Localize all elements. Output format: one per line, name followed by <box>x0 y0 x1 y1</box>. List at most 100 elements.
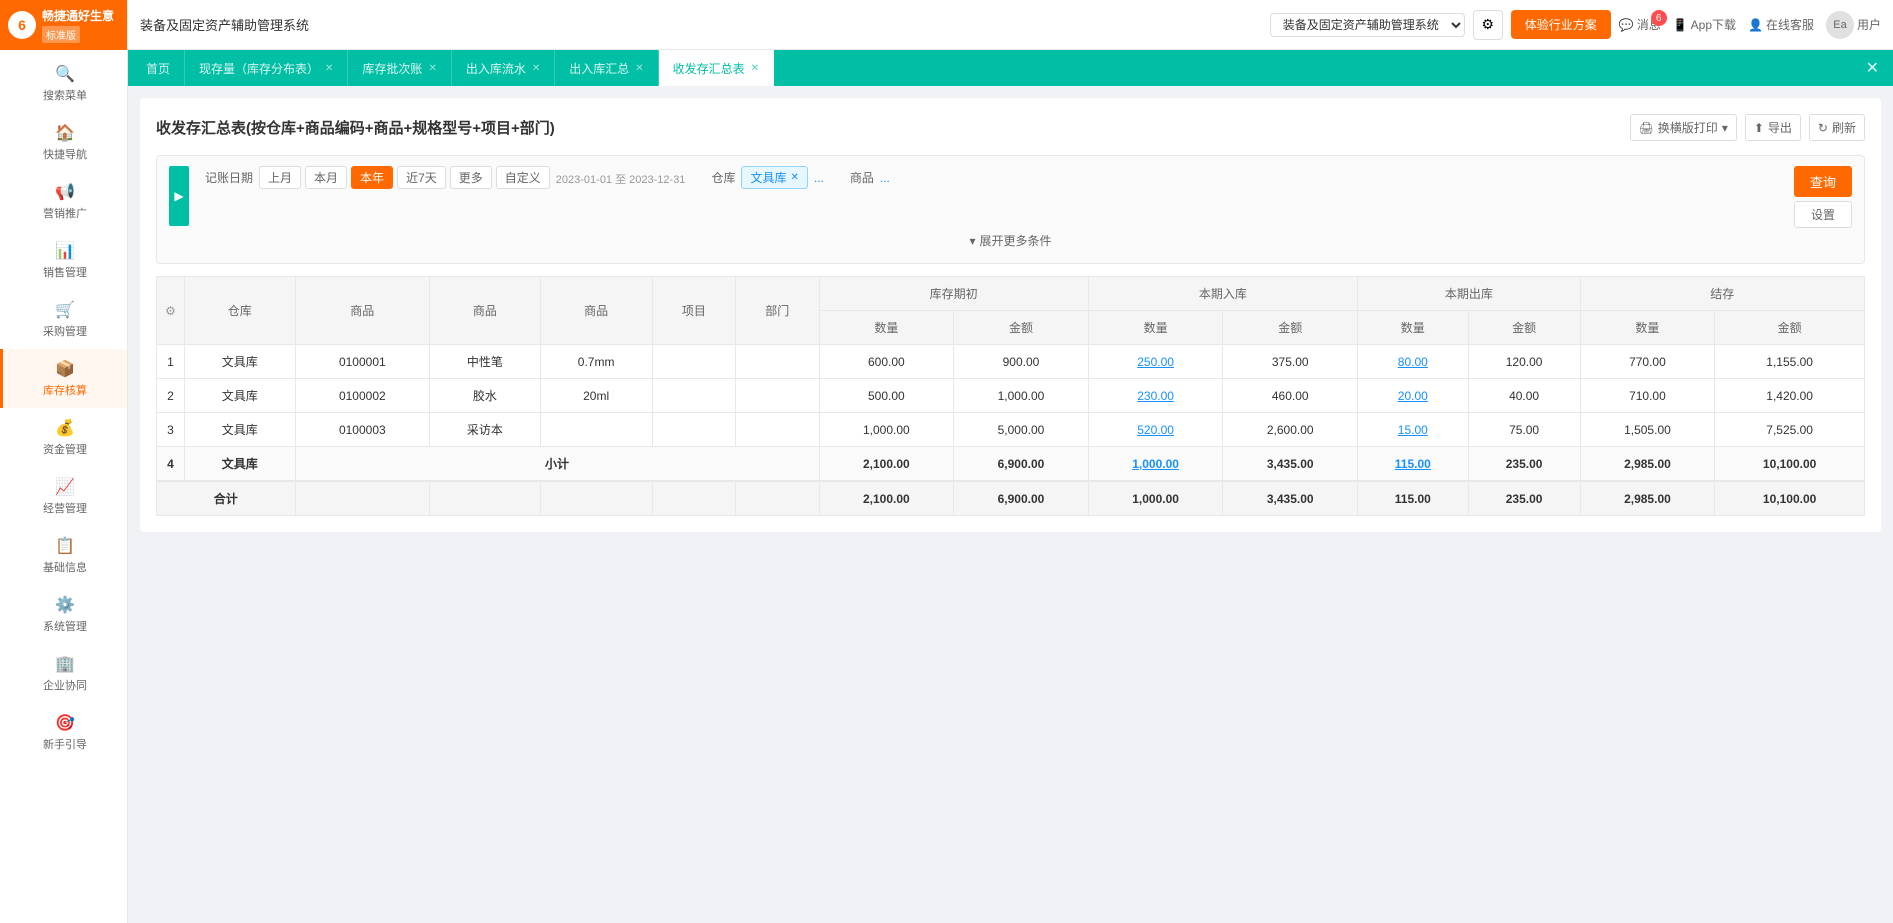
subtotal-bal-amt: 10,100.00 <box>1715 447 1865 482</box>
row-out-qty[interactable]: 20.00 <box>1358 379 1469 413</box>
col-settings[interactable]: ⚙ <box>157 277 185 345</box>
sidebar-item-operation[interactable]: 📈 经营管理 <box>0 467 127 526</box>
avatar: Ea <box>1826 11 1854 39</box>
pill-custom[interactable]: 自定义 <box>496 166 550 189</box>
tab-home[interactable]: 首页 <box>132 50 185 86</box>
tab-recv-send-label: 收发存汇总表 <box>673 60 745 77</box>
sidebar-item-system[interactable]: ⚙️ 系统管理 <box>0 585 127 644</box>
sidebar-label-basic: 基础信息 <box>43 559 87 575</box>
row-out-amt: 40.00 <box>1468 379 1580 413</box>
row-in-amt: 460.00 <box>1223 379 1358 413</box>
row-open-qty: 600.00 <box>819 345 954 379</box>
warehouse-filter-label: 仓库 <box>711 169 735 186</box>
settings-button[interactable]: ⚙ <box>1473 10 1503 40</box>
warehouse-tag-close[interactable]: ✕ <box>790 172 798 183</box>
warehouse-tag-label: 文具库 <box>750 169 786 186</box>
export-icon: ⬆ <box>1754 121 1764 135</box>
col-opening-header: 库存期初 <box>819 277 1088 311</box>
filter-toggle-btn[interactable]: ▶ <box>169 166 189 226</box>
col-goods-name-header: 商品 <box>430 277 541 345</box>
system-selector[interactable]: 装备及固定资产辅助管理系统 <box>1270 13 1465 37</box>
app-download-button[interactable]: 📱 App下载 <box>1673 16 1736 33</box>
app-download-icon: 📱 <box>1673 18 1688 32</box>
tab-recv-send-close[interactable]: ✕ <box>751 63 759 74</box>
row-bal-amt: 7,525.00 <box>1715 413 1865 447</box>
row-out-amt: 120.00 <box>1468 345 1580 379</box>
search-icon: 🔍 <box>55 64 75 84</box>
goods-more[interactable]: ... <box>880 171 890 185</box>
main-card: 收发存汇总表(按仓库+商品编码+商品+规格型号+项目+部门) 🖨 换横版打印 ▾… <box>140 98 1881 532</box>
row-bal-qty: 1,505.00 <box>1580 413 1715 447</box>
total-placeholder-2 <box>430 481 541 516</box>
table-header-group: ⚙ 仓库 商品 商品 商品 项目 部门 库存期初 本期入库 本期出库 结存 <box>157 277 1865 311</box>
subtotal-out-amt: 235.00 <box>1468 447 1580 482</box>
sidebar-item-basic[interactable]: 📋 基础信息 <box>0 526 127 585</box>
subtotal-in-qty[interactable]: 1,000.00 <box>1088 447 1223 482</box>
row-open-amt: 5,000.00 <box>954 413 1089 447</box>
sidebar-label-search: 搜索菜单 <box>43 87 87 103</box>
sidebar-label-sales: 销售管理 <box>43 264 87 280</box>
print-button[interactable]: 🖨 换横版打印 ▾ <box>1630 114 1737 141</box>
warehouse-more[interactable]: ... <box>814 171 824 185</box>
sidebar-item-guide[interactable]: 🎯 新手引导 <box>0 703 127 762</box>
print-label: 换横版打印 <box>1658 119 1718 136</box>
total-in-qty: 1,000.00 <box>1088 481 1223 516</box>
sidebar-item-search[interactable]: 🔍 搜索菜单 <box>0 54 127 113</box>
col-balance-header: 结存 <box>1580 277 1864 311</box>
sidebar-item-enterprise[interactable]: 🏢 企业协同 <box>0 644 127 703</box>
sidebar-label-marketing: 营销推广 <box>43 205 87 221</box>
row-out-qty[interactable]: 80.00 <box>1358 345 1469 379</box>
row-out-qty[interactable]: 15.00 <box>1358 413 1469 447</box>
tab-summary[interactable]: 出入库汇总 ✕ <box>555 50 658 86</box>
row-no: 2 <box>157 379 185 413</box>
tab-batch[interactable]: 库存批次账 ✕ <box>348 50 451 86</box>
logo-text-block: 畅捷通好生意 标准版 <box>42 7 114 43</box>
pill-this-month[interactable]: 本月 <box>305 166 347 189</box>
pill-last-month[interactable]: 上月 <box>259 166 301 189</box>
sidebar-item-quick-nav[interactable]: 🏠 快捷导航 <box>0 113 127 172</box>
message-button[interactable]: 💬 消息 6 <box>1619 16 1661 33</box>
subtotal-row: 4 文具库 小计 2,100.00 6,900.00 1,000.00 3,43… <box>157 447 1865 482</box>
filter-area: ▶ 记账日期 上月 本月 本年 近7天 更多 自定义 <box>156 155 1865 264</box>
sidebar-label-quick-nav: 快捷导航 <box>43 146 87 162</box>
col-bal-qty-header: 数量 <box>1580 311 1715 345</box>
tab-inventory-dist-close[interactable]: ✕ <box>325 63 333 74</box>
col-out-qty-header: 数量 <box>1358 311 1469 345</box>
row-open-amt: 900.00 <box>954 345 1089 379</box>
pill-this-year[interactable]: 本年 <box>351 166 393 189</box>
query-button[interactable]: 查询 <box>1794 166 1852 197</box>
pill-more[interactable]: 更多 <box>450 166 492 189</box>
sidebar-item-sales[interactable]: 📊 销售管理 <box>0 231 127 290</box>
row-goods-name: 采访本 <box>430 413 541 447</box>
total-out-amt: 235.00 <box>1468 481 1580 516</box>
user-area[interactable]: Ea 用户 <box>1826 11 1881 39</box>
row-in-qty[interactable]: 230.00 <box>1088 379 1223 413</box>
setting-button[interactable]: 设置 <box>1794 201 1852 228</box>
sidebar-item-finance[interactable]: 💰 资金管理 <box>0 408 127 467</box>
close-all-tabs[interactable]: ✕ <box>1856 58 1889 78</box>
row-no: 1 <box>157 345 185 379</box>
tab-flow[interactable]: 出入库流水 ✕ <box>452 50 555 86</box>
message-icon: 💬 <box>1619 18 1634 32</box>
sidebar-item-inventory[interactable]: 📦 库存核算 <box>0 349 127 408</box>
trial-button[interactable]: 体验行业方案 <box>1511 10 1611 39</box>
export-button[interactable]: ⬆ 导出 <box>1745 114 1801 141</box>
tab-batch-close[interactable]: ✕ <box>428 63 436 74</box>
tab-summary-close[interactable]: ✕ <box>635 63 643 74</box>
filter-content: 记账日期 上月 本月 本年 近7天 更多 自定义 2023-01-01 至 20… <box>205 166 1786 193</box>
sidebar-item-purchase[interactable]: 🛒 采购管理 <box>0 290 127 349</box>
col-out-header: 本期出库 <box>1358 277 1581 311</box>
online-service-button[interactable]: 👤 在线客服 <box>1748 16 1814 33</box>
tab-recv-send[interactable]: 收发存汇总表 ✕ <box>659 50 774 86</box>
tab-inventory-dist[interactable]: 现存量（库存分布表） ✕ <box>185 50 348 86</box>
logo-text: 畅捷通好生意 <box>42 7 114 24</box>
tab-flow-close[interactable]: ✕ <box>532 63 540 74</box>
expand-conditions-btn[interactable]: ▾ 展开更多条件 <box>969 232 1051 249</box>
refresh-button[interactable]: ↻ 刷新 <box>1809 114 1865 141</box>
row-in-qty[interactable]: 520.00 <box>1088 413 1223 447</box>
subtotal-out-qty[interactable]: 115.00 <box>1358 447 1469 482</box>
pill-7days[interactable]: 近7天 <box>397 166 446 189</box>
sidebar-item-marketing[interactable]: 📢 营销推广 <box>0 172 127 231</box>
column-settings-icon[interactable]: ⚙ <box>165 304 176 318</box>
row-in-qty[interactable]: 250.00 <box>1088 345 1223 379</box>
